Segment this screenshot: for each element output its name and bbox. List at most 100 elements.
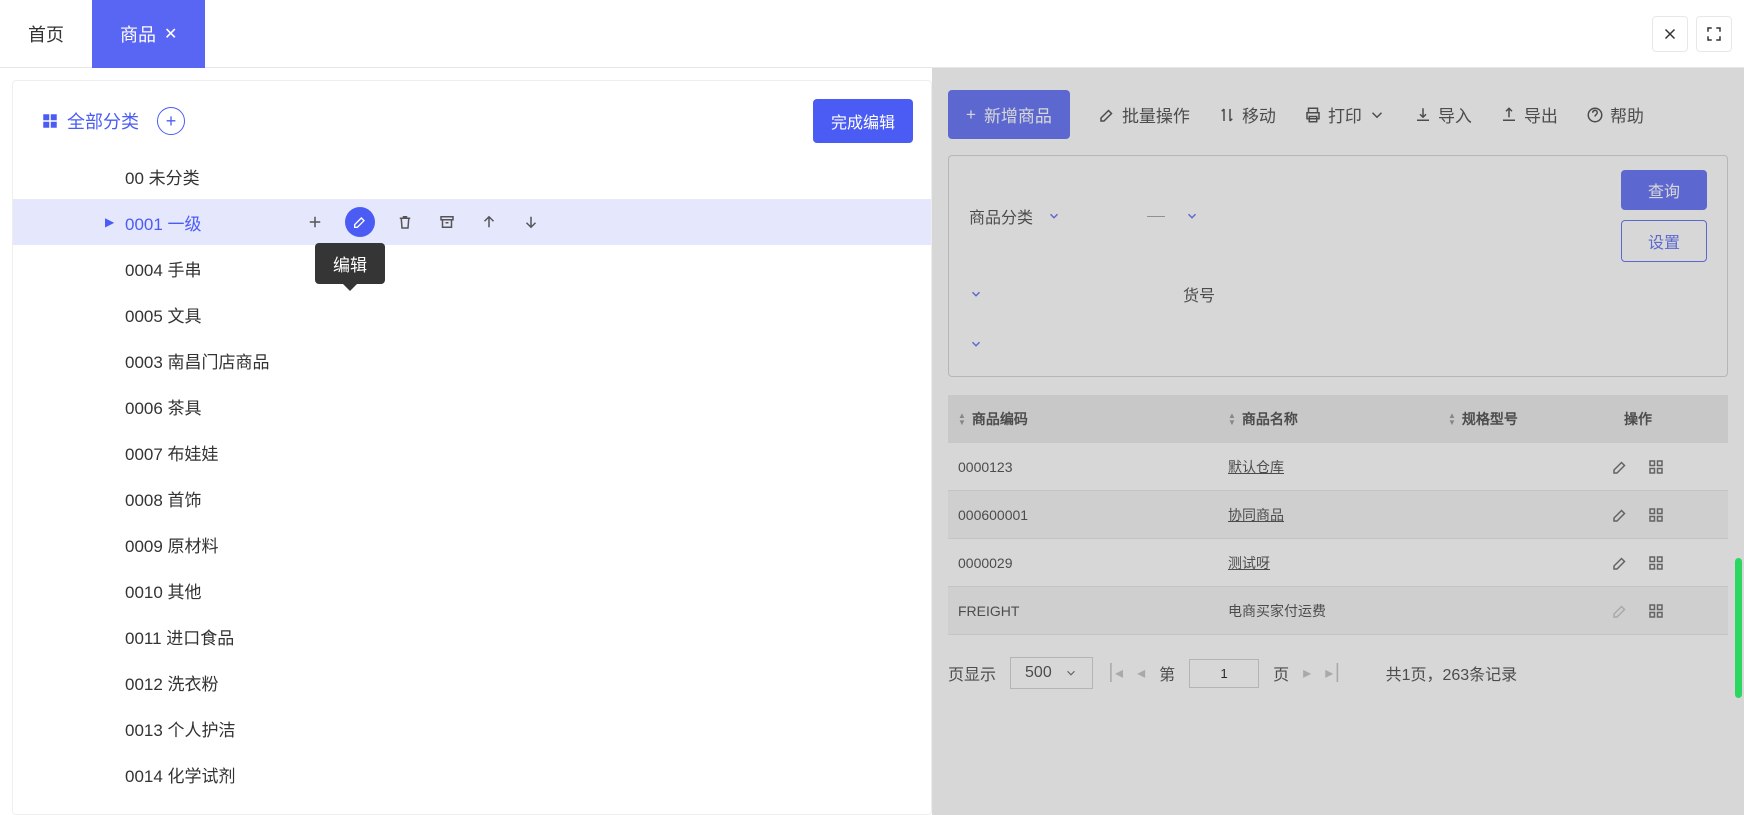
edit-icon — [1098, 106, 1116, 124]
product-code: 0000123 — [958, 459, 1013, 475]
close-icon[interactable]: ✕ — [164, 24, 177, 44]
filter-select-3[interactable] — [969, 326, 1049, 362]
row-more-icon[interactable] — [1647, 554, 1665, 572]
product-name-link[interactable]: 默认仓库 — [1228, 457, 1284, 477]
tree-item[interactable]: 0011 进口食品 — [13, 613, 931, 659]
fullscreen-icon — [1705, 25, 1723, 43]
product-name-link[interactable]: 协同商品 — [1228, 505, 1284, 525]
table-row[interactable]: 0000123 默认仓库 — [948, 443, 1728, 491]
import-button[interactable]: 导入 — [1414, 102, 1472, 127]
tree-item[interactable]: 0003 南昌门店商品 — [13, 337, 931, 383]
new-product-button[interactable]: +新增商品 — [948, 90, 1070, 139]
table-row[interactable]: 0000029 测试呀 — [948, 539, 1728, 587]
sort-icon[interactable]: ▲▼ — [1448, 412, 1456, 426]
grid-icon — [41, 112, 59, 130]
category-panel: 全部分类 + 完成编辑 编辑 00 未分类 ▶ 0001 一级 0004 手串 — [12, 80, 932, 815]
export-icon — [1500, 106, 1518, 124]
help-icon — [1586, 106, 1604, 124]
cross-icon — [1661, 25, 1679, 43]
chevron-down-icon — [1368, 106, 1386, 124]
chevron-down-icon — [969, 287, 983, 301]
edit-icon[interactable] — [345, 207, 375, 237]
move-button[interactable]: 移动 — [1218, 102, 1276, 127]
add-category-button[interactable]: + — [157, 107, 185, 135]
per-page-label: 页显示 — [948, 661, 996, 685]
table-row[interactable]: FREIGHT 电商买家付运费 — [948, 587, 1728, 635]
tree-item[interactable]: 0007 布娃娃 — [13, 429, 931, 475]
tree-item[interactable]: 0009 原材料 — [13, 521, 931, 567]
category-select-from[interactable] — [1047, 198, 1127, 234]
tree-item[interactable]: 00 未分类 — [13, 153, 931, 199]
import-icon — [1414, 106, 1432, 124]
category-select-to[interactable] — [1185, 198, 1265, 234]
product-code: 000600001 — [958, 507, 1028, 523]
tree-item[interactable]: 0013 个人护洁 — [13, 705, 931, 751]
filter-panel: 商品分类 查询 设置 货号 — [948, 155, 1728, 377]
page-last-icon[interactable]: ▸⎮ — [1325, 663, 1341, 683]
filter-category-label: 商品分类 — [969, 204, 1033, 228]
move-down-icon[interactable] — [519, 210, 543, 234]
scrollbar-indicator[interactable] — [1735, 558, 1742, 698]
row-more-icon[interactable] — [1647, 602, 1665, 620]
tree-item[interactable]: 0006 茶具 — [13, 383, 931, 429]
help-button[interactable]: 帮助 — [1586, 102, 1644, 127]
chevron-down-icon — [1185, 209, 1199, 223]
bulk-action-button[interactable]: 批量操作 — [1098, 102, 1190, 127]
pager-summary: 共1页，263条记录 — [1386, 661, 1518, 685]
fullscreen-button[interactable] — [1696, 16, 1732, 52]
sort-icon[interactable]: ▲▼ — [958, 412, 966, 426]
sort-icon[interactable]: ▲▼ — [1228, 412, 1236, 426]
row-more-icon[interactable] — [1647, 458, 1665, 476]
product-name-link[interactable]: 测试呀 — [1228, 553, 1270, 573]
tree-item[interactable]: 0008 首饰 — [13, 475, 931, 521]
table-row[interactable]: 000600001 协同商品 — [948, 491, 1728, 539]
row-edit-icon[interactable] — [1611, 554, 1629, 572]
close-tabs-button[interactable] — [1652, 16, 1688, 52]
add-child-icon[interactable] — [303, 210, 327, 234]
tab-products[interactable]: 商品 ✕ — [92, 0, 205, 68]
row-edit-icon[interactable] — [1611, 506, 1629, 524]
tree-item[interactable]: 0005 文具 — [13, 291, 931, 337]
tab-bar: 首页 商品 ✕ — [0, 0, 1744, 68]
move-up-icon[interactable] — [477, 210, 501, 234]
page-prev-icon[interactable]: ◂ — [1137, 663, 1145, 683]
product-code: 0000029 — [958, 555, 1013, 571]
edit-tooltip: 编辑 — [315, 243, 385, 284]
print-button[interactable]: 打印 — [1304, 102, 1386, 127]
export-button[interactable]: 导出 — [1500, 102, 1558, 127]
products-table: ▲▼商品编码 ▲▼商品名称 ▲▼规格型号 操作 0000123 默认仓库 000… — [948, 395, 1728, 635]
content-toolbar: +新增商品 批量操作 移动 打印 导入 导出 帮助 — [948, 82, 1728, 155]
tree-item-selected[interactable]: ▶ 0001 一级 — [13, 199, 931, 245]
tree-item[interactable]: 0004 手串 — [13, 245, 931, 291]
row-edit-icon[interactable] — [1611, 602, 1629, 620]
page-first-icon[interactable]: ⎮◂ — [1107, 663, 1123, 683]
content-panel: +新增商品 批量操作 移动 打印 导入 导出 帮助 商品分类 查询 设置 — [932, 68, 1744, 815]
chevron-down-icon — [1047, 209, 1061, 223]
caret-right-icon[interactable]: ▶ — [105, 215, 114, 229]
pagination: 页显示 500 ⎮◂ ◂ 第 页 ▸ ▸⎮ 共1页，263条记录 — [948, 657, 1728, 689]
tab-home[interactable]: 首页 — [0, 0, 92, 68]
chevron-down-icon — [969, 337, 983, 351]
page-input[interactable] — [1189, 659, 1259, 688]
row-more-icon[interactable] — [1647, 506, 1665, 524]
archive-icon[interactable] — [435, 210, 459, 234]
all-categories-link[interactable]: 全部分类 — [41, 108, 139, 134]
query-button[interactable]: 查询 — [1621, 170, 1707, 210]
product-name: 电商买家付运费 — [1228, 601, 1326, 621]
tree-item[interactable]: 0012 洗衣粉 — [13, 659, 931, 705]
filter-select-2[interactable] — [969, 276, 1049, 312]
tree-item[interactable]: 0010 其他 — [13, 567, 931, 613]
settings-button[interactable]: 设置 — [1621, 220, 1707, 262]
printer-icon — [1304, 106, 1322, 124]
finish-edit-button[interactable]: 完成编辑 — [813, 99, 913, 143]
per-page-select[interactable]: 500 — [1010, 657, 1093, 689]
category-tree[interactable]: 00 未分类 ▶ 0001 一级 0004 手串 0005 文具 0003 南昌… — [13, 153, 931, 814]
row-edit-icon[interactable] — [1611, 458, 1629, 476]
plus-icon: + — [966, 105, 976, 125]
page-next-icon[interactable]: ▸ — [1303, 663, 1311, 683]
chevron-down-icon — [1064, 666, 1078, 680]
tree-item[interactable]: 0014 化学试剂 — [13, 751, 931, 797]
range-separator — [1147, 216, 1165, 217]
product-code: FREIGHT — [958, 603, 1019, 619]
delete-icon[interactable] — [393, 210, 417, 234]
